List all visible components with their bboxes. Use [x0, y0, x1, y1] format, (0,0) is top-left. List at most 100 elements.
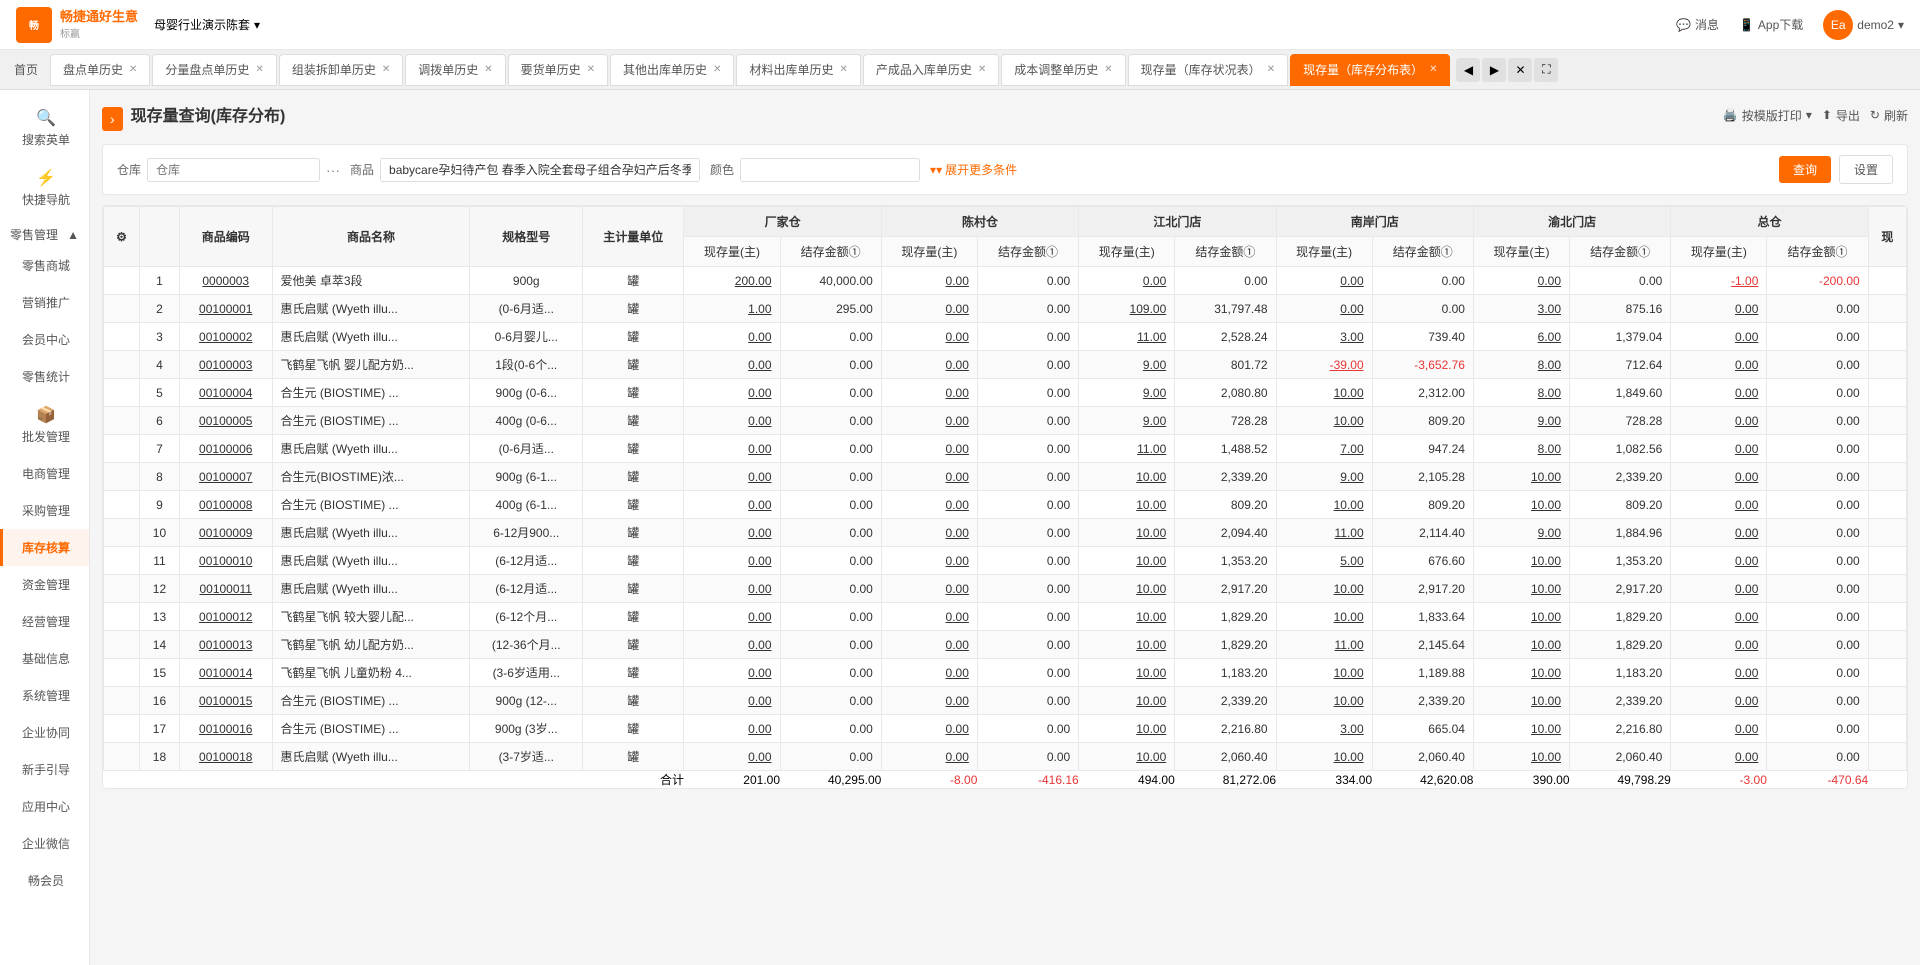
row-cf-qty[interactable]: 0.00 — [684, 687, 780, 715]
row-code[interactable]: 00100014 — [179, 659, 272, 687]
tab-yaohuo[interactable]: 要货单历史 ✕ — [508, 54, 608, 86]
goods-input[interactable] — [380, 158, 700, 182]
row-cc-qty[interactable]: 0.00 — [881, 575, 977, 603]
row-zc-qty[interactable]: 0.00 — [1671, 519, 1767, 547]
row-zc-qty[interactable]: 0.00 — [1671, 323, 1767, 351]
row-cf-qty[interactable]: 0.00 — [684, 575, 780, 603]
row-zc-qty[interactable]: 0.00 — [1671, 715, 1767, 743]
row-jb-qty[interactable]: 10.00 — [1079, 659, 1175, 687]
row-na-qty[interactable]: 10.00 — [1276, 743, 1372, 771]
close-icon[interactable]: ✕ — [1267, 64, 1275, 75]
row-zc-qty[interactable]: 0.00 — [1671, 547, 1767, 575]
row-cc-qty[interactable]: 0.00 — [881, 715, 977, 743]
sidebar-item-retailstat[interactable]: 零售统计 — [0, 358, 89, 395]
row-cf-qty[interactable]: 0.00 — [684, 519, 780, 547]
close-icon[interactable]: ✕ — [1104, 64, 1112, 75]
tab-nav-expand[interactable]: ⛶ — [1534, 58, 1558, 82]
row-jb-qty[interactable]: 9.00 — [1079, 407, 1175, 435]
tab-zuzhang[interactable]: 组装拆卸单历史 ✕ — [279, 54, 403, 86]
tab-kucunzt[interactable]: 现存量（库存状况表） ✕ — [1128, 54, 1288, 86]
row-yb-qty[interactable]: 10.00 — [1473, 687, 1569, 715]
close-icon[interactable]: ✕ — [587, 64, 595, 75]
row-cc-qty[interactable]: 0.00 — [881, 631, 977, 659]
row-yb-qty[interactable]: 10.00 — [1473, 715, 1569, 743]
row-yb-qty[interactable]: 10.00 — [1473, 743, 1569, 771]
row-zc-qty[interactable]: 0.00 — [1671, 687, 1767, 715]
row-jb-qty[interactable]: 11.00 — [1079, 323, 1175, 351]
breadcrumb-back-btn[interactable]: › — [102, 107, 123, 131]
warehouse-dots-btn[interactable]: ··· — [326, 162, 340, 178]
row-cc-qty[interactable]: 0.00 — [881, 379, 977, 407]
row-zc-qty[interactable]: 0.00 — [1671, 743, 1767, 771]
row-jb-qty[interactable]: 10.00 — [1079, 743, 1175, 771]
sidebar-item-system[interactable]: 系统管理 — [0, 677, 89, 714]
row-jb-qty[interactable]: 10.00 — [1079, 547, 1175, 575]
row-na-qty[interactable]: 10.00 — [1276, 407, 1372, 435]
row-na-qty[interactable]: 5.00 — [1276, 547, 1372, 575]
row-jb-qty[interactable]: 109.00 — [1079, 295, 1175, 323]
row-zc-qty[interactable]: 0.00 — [1671, 407, 1767, 435]
close-icon[interactable]: ✕ — [129, 64, 137, 75]
row-cf-qty[interactable]: 0.00 — [684, 743, 780, 771]
sidebar-item-quick[interactable]: ⚡ 快捷导航 — [0, 158, 89, 218]
row-code[interactable]: 00100007 — [179, 463, 272, 491]
row-jb-qty[interactable]: 10.00 — [1079, 491, 1175, 519]
tab-chengbentj[interactable]: 成本调整单历史 ✕ — [1001, 54, 1125, 86]
row-na-qty[interactable]: 0.00 — [1276, 267, 1372, 295]
row-yb-qty[interactable]: 10.00 — [1473, 463, 1569, 491]
sidebar-item-retailshop[interactable]: 零售商城 — [0, 247, 89, 284]
tab-kucunfb[interactable]: 现存量（库存分布表） ✕ — [1290, 54, 1450, 86]
batch-print-btn[interactable]: 🖨️ 按模版打印 ▾ — [1723, 107, 1812, 124]
row-na-qty[interactable]: 11.00 — [1276, 519, 1372, 547]
row-cc-qty[interactable]: 0.00 — [881, 407, 977, 435]
tab-nav-right[interactable]: ▶ — [1482, 58, 1506, 82]
row-jb-qty[interactable]: 11.00 — [1079, 435, 1175, 463]
tab-chanchenru[interactable]: 产成品入库单历史 ✕ — [863, 54, 999, 86]
row-zc-qty[interactable]: 0.00 — [1671, 351, 1767, 379]
row-zc-qty[interactable]: 0.00 — [1671, 379, 1767, 407]
row-jb-qty[interactable]: 9.00 — [1079, 351, 1175, 379]
row-na-qty[interactable]: 10.00 — [1276, 379, 1372, 407]
row-yb-qty[interactable]: 6.00 — [1473, 323, 1569, 351]
sidebar-item-operation[interactable]: 经营管理 — [0, 603, 89, 640]
message-btn[interactable]: 💬 消息 — [1676, 16, 1719, 33]
row-code[interactable]: 00100012 — [179, 603, 272, 631]
row-jb-qty[interactable]: 10.00 — [1079, 519, 1175, 547]
row-cc-qty[interactable]: 0.00 — [881, 603, 977, 631]
sidebar-item-enterprise[interactable]: 企业协同 — [0, 714, 89, 751]
tab-pandian[interactable]: 盘点单历史 ✕ — [50, 54, 150, 86]
row-jb-qty[interactable]: 10.00 — [1079, 575, 1175, 603]
row-zc-qty[interactable]: 0.00 — [1671, 491, 1767, 519]
close-icon[interactable]: ✕ — [484, 64, 492, 75]
row-code[interactable]: 00100016 — [179, 715, 272, 743]
row-cf-qty[interactable]: 0.00 — [684, 715, 780, 743]
row-na-qty[interactable]: 3.00 — [1276, 323, 1372, 351]
row-cc-qty[interactable]: 0.00 — [881, 463, 977, 491]
row-na-qty[interactable]: 10.00 — [1276, 575, 1372, 603]
row-na-qty[interactable]: 7.00 — [1276, 435, 1372, 463]
row-na-qty[interactable]: 0.00 — [1276, 295, 1372, 323]
sidebar-item-purchase[interactable]: 采购管理 — [0, 492, 89, 529]
sidebar-item-wholesale[interactable]: 📦 批发管理 — [0, 395, 89, 455]
row-cf-qty[interactable]: 0.00 — [684, 407, 780, 435]
sidebar-item-appcenter[interactable]: 应用中心 — [0, 788, 89, 825]
row-yb-qty[interactable]: 10.00 — [1473, 575, 1569, 603]
row-cc-qty[interactable]: 0.00 — [881, 659, 977, 687]
row-cf-qty[interactable]: 200.00 — [684, 267, 780, 295]
row-yb-qty[interactable]: 8.00 — [1473, 351, 1569, 379]
row-code[interactable]: 00100011 — [179, 575, 272, 603]
row-na-qty[interactable]: 3.00 — [1276, 715, 1372, 743]
tab-home[interactable]: 首页 — [4, 61, 48, 78]
row-cc-qty[interactable]: 0.00 — [881, 323, 977, 351]
tab-nav-close[interactable]: ✕ — [1508, 58, 1532, 82]
row-code[interactable]: 00100010 — [179, 547, 272, 575]
row-code[interactable]: 00100013 — [179, 631, 272, 659]
row-cc-qty[interactable]: 0.00 — [881, 435, 977, 463]
tab-cailiaochu[interactable]: 材料出库单历史 ✕ — [736, 54, 860, 86]
row-yb-qty[interactable]: 8.00 — [1473, 435, 1569, 463]
export-btn[interactable]: ⬆ 导出 — [1822, 107, 1860, 124]
sidebar-item-search[interactable]: 🔍 搜索英单 — [0, 98, 89, 158]
tab-diaobo[interactable]: 调拨单历史 ✕ — [405, 54, 505, 86]
row-na-qty[interactable]: 10.00 — [1276, 687, 1372, 715]
row-cc-qty[interactable]: 0.00 — [881, 267, 977, 295]
